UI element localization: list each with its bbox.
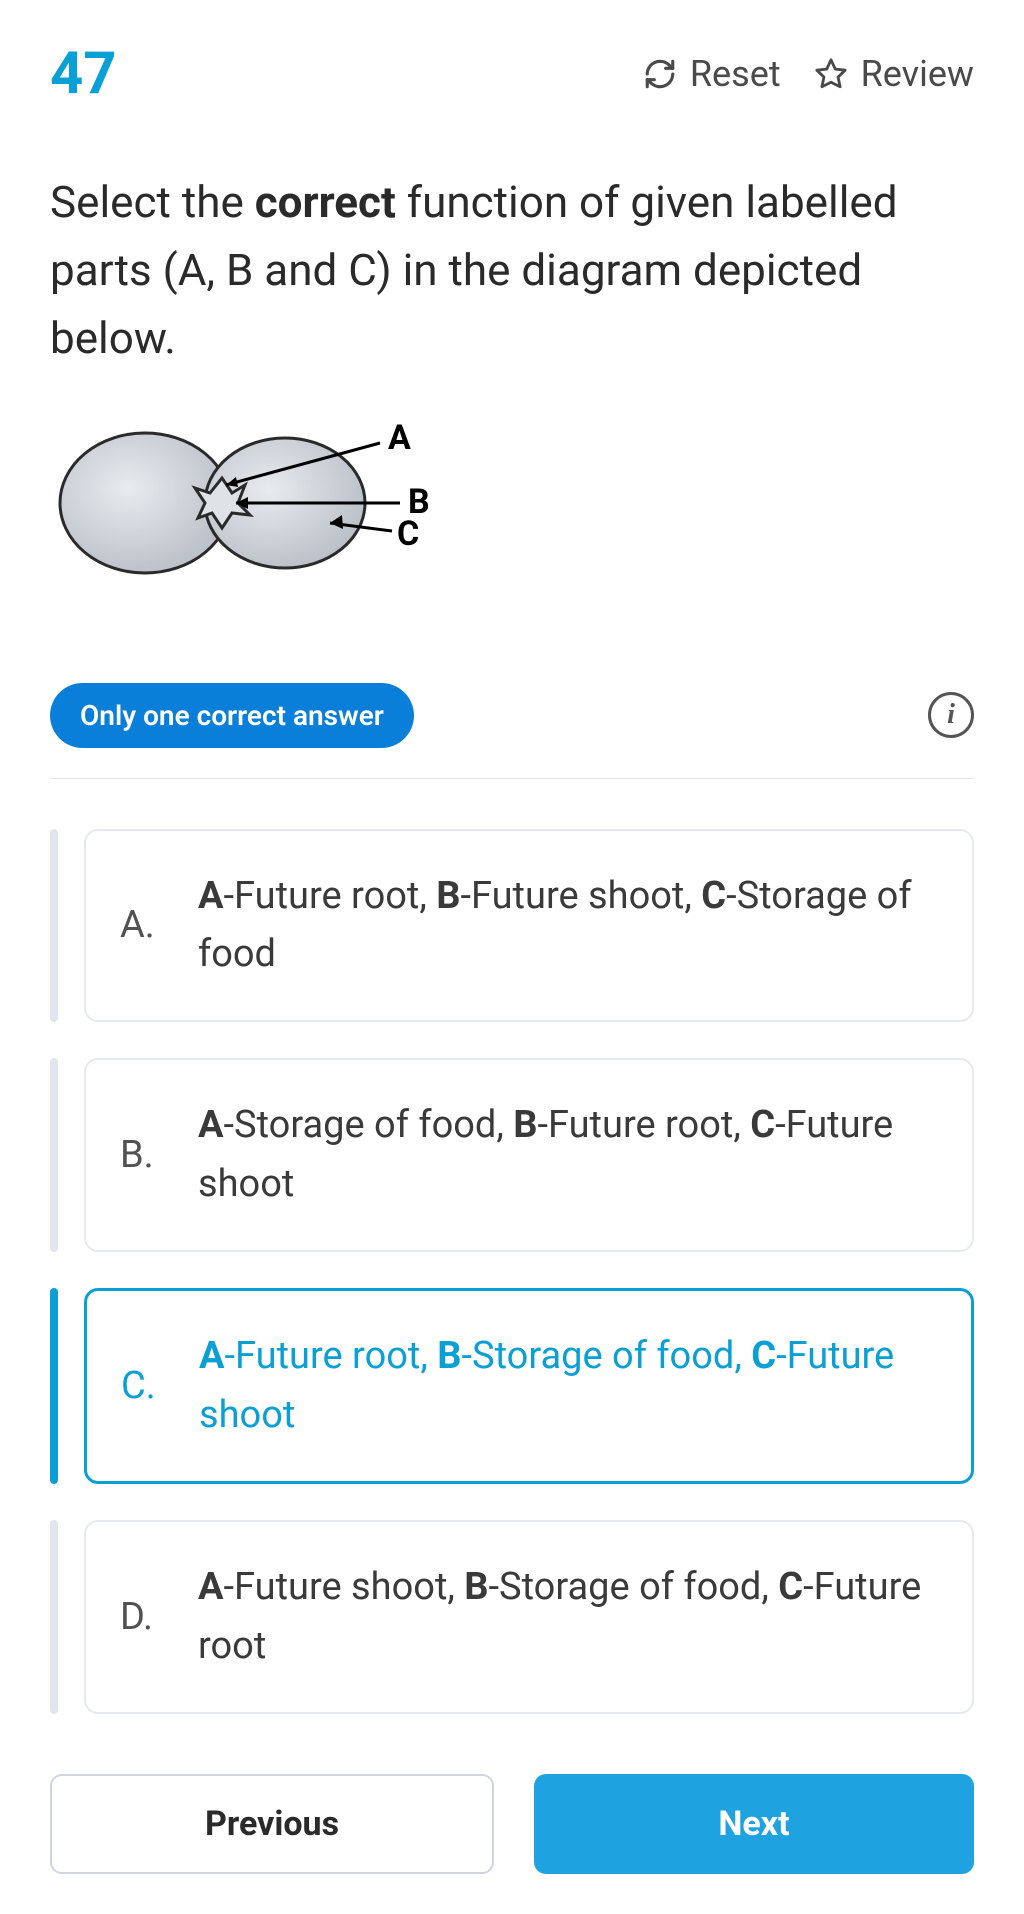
option-marker bbox=[50, 829, 58, 1023]
option-letter: B. bbox=[120, 1133, 168, 1177]
star-icon bbox=[811, 54, 851, 94]
next-button[interactable]: Next bbox=[534, 1774, 974, 1874]
option-text: A-Future root, B-Future shoot, C-Storage… bbox=[198, 867, 938, 985]
review-label: Review bbox=[861, 53, 974, 95]
option-letter: A. bbox=[120, 903, 168, 947]
option-d[interactable]: D. A-Future shoot, B-Storage of food, C-F… bbox=[50, 1520, 974, 1714]
option-letter: D. bbox=[120, 1595, 168, 1639]
answer-type-badge: Only one correct answer bbox=[50, 683, 414, 748]
reset-icon bbox=[640, 54, 680, 94]
option-card[interactable]: D. A-Future shoot, B-Storage of food, C-F… bbox=[84, 1520, 974, 1714]
option-card[interactable]: A. A-Future root, B-Future shoot, C-Stora… bbox=[84, 829, 974, 1023]
option-text: A-Future root, B-Storage of food, C-Futu… bbox=[199, 1327, 937, 1445]
option-marker bbox=[50, 1288, 58, 1484]
diagram-label-a: A bbox=[388, 418, 411, 458]
question-number: 47 bbox=[50, 40, 117, 108]
previous-button[interactable]: Previous bbox=[50, 1774, 494, 1874]
review-button[interactable]: Review bbox=[811, 53, 974, 95]
options-list: A. A-Future root, B-Future shoot, C-Stora… bbox=[50, 829, 974, 1714]
option-card[interactable]: B. A-Storage of food, B-Future root, C-Fu… bbox=[84, 1058, 974, 1252]
option-c[interactable]: C. A-Future root, B-Storage of food, C-Fu… bbox=[50, 1288, 974, 1484]
question-diagram: A B C bbox=[50, 403, 470, 603]
divider bbox=[50, 778, 974, 779]
option-b[interactable]: B. A-Storage of food, B-Future root, C-Fu… bbox=[50, 1058, 974, 1252]
option-letter: C. bbox=[121, 1364, 169, 1408]
option-a[interactable]: A. A-Future root, B-Future shoot, C-Stora… bbox=[50, 829, 974, 1023]
reset-label: Reset bbox=[690, 53, 781, 95]
option-card[interactable]: C. A-Future root, B-Storage of food, C-Fu… bbox=[84, 1288, 974, 1484]
info-icon[interactable]: i bbox=[928, 692, 974, 738]
option-text: A-Future shoot, B-Storage of food, C-Fut… bbox=[198, 1558, 938, 1676]
reset-button[interactable]: Reset bbox=[640, 53, 781, 95]
option-marker bbox=[50, 1520, 58, 1714]
option-marker bbox=[50, 1058, 58, 1252]
diagram-label-c: C bbox=[397, 514, 419, 554]
question-text: Select the correct function of given lab… bbox=[50, 168, 974, 373]
option-text: A-Storage of food, B-Future root, C-Futu… bbox=[198, 1096, 938, 1214]
